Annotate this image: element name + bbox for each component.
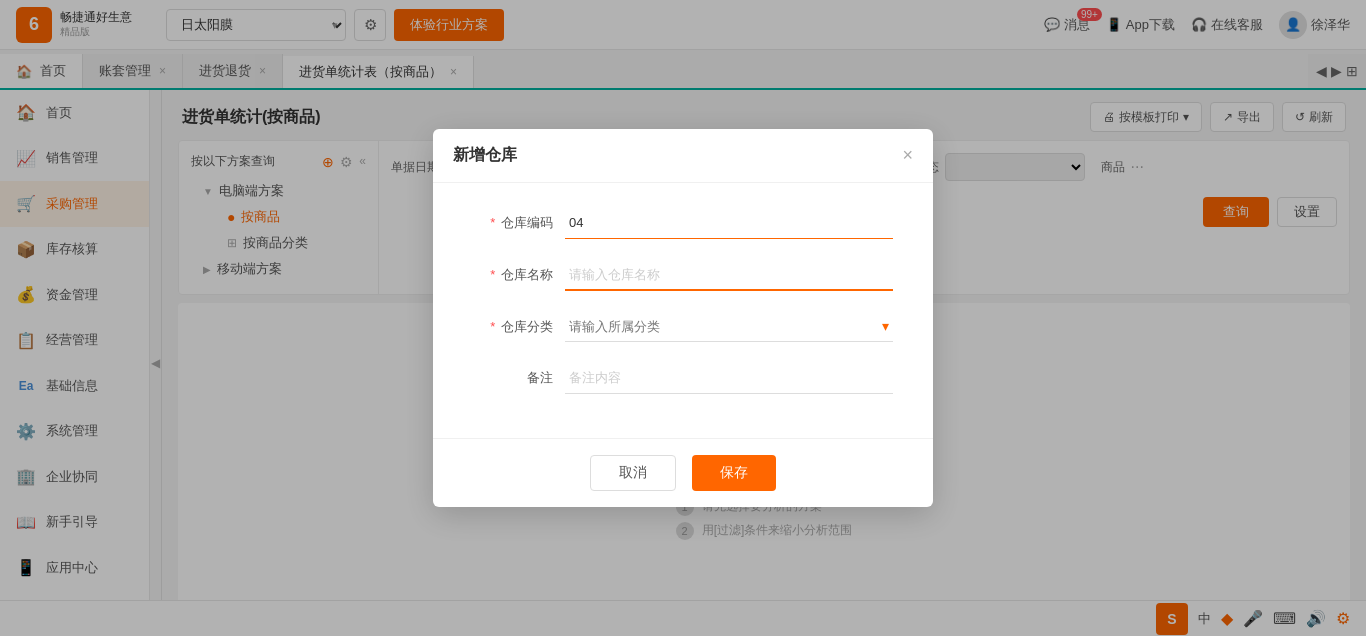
modal-footer: 取消 保存 (433, 438, 933, 507)
modal-title: 新增仓库 (453, 145, 517, 166)
modal-body: * 仓库编码 * 仓库名称 * 仓库分类 (433, 183, 933, 438)
remark-input[interactable] (565, 362, 893, 394)
name-label: * 仓库名称 (473, 266, 553, 284)
category-dropdown-icon: ▾ (882, 318, 889, 334)
code-label: * 仓库编码 (473, 214, 553, 232)
code-input[interactable] (565, 207, 893, 239)
remark-label: 备注 (473, 369, 553, 387)
save-button[interactable]: 保存 (692, 455, 776, 491)
name-input[interactable] (565, 259, 893, 291)
modal-close-button[interactable]: × (902, 145, 913, 166)
add-warehouse-modal: 新增仓库 × * 仓库编码 * 仓库名称 (433, 129, 933, 507)
modal-header: 新增仓库 × (433, 129, 933, 183)
category-label: * 仓库分类 (473, 318, 553, 336)
remark-form-row: 备注 (473, 362, 893, 394)
code-form-row: * 仓库编码 (473, 207, 893, 239)
category-select-wrap[interactable]: ▾ (565, 311, 893, 342)
cancel-button[interactable]: 取消 (590, 455, 676, 491)
name-form-row: * 仓库名称 (473, 259, 893, 291)
category-form-row: * 仓库分类 ▾ (473, 311, 893, 342)
modal-overlay: 新增仓库 × * 仓库编码 * 仓库名称 (0, 0, 1366, 636)
category-input[interactable] (565, 311, 893, 341)
